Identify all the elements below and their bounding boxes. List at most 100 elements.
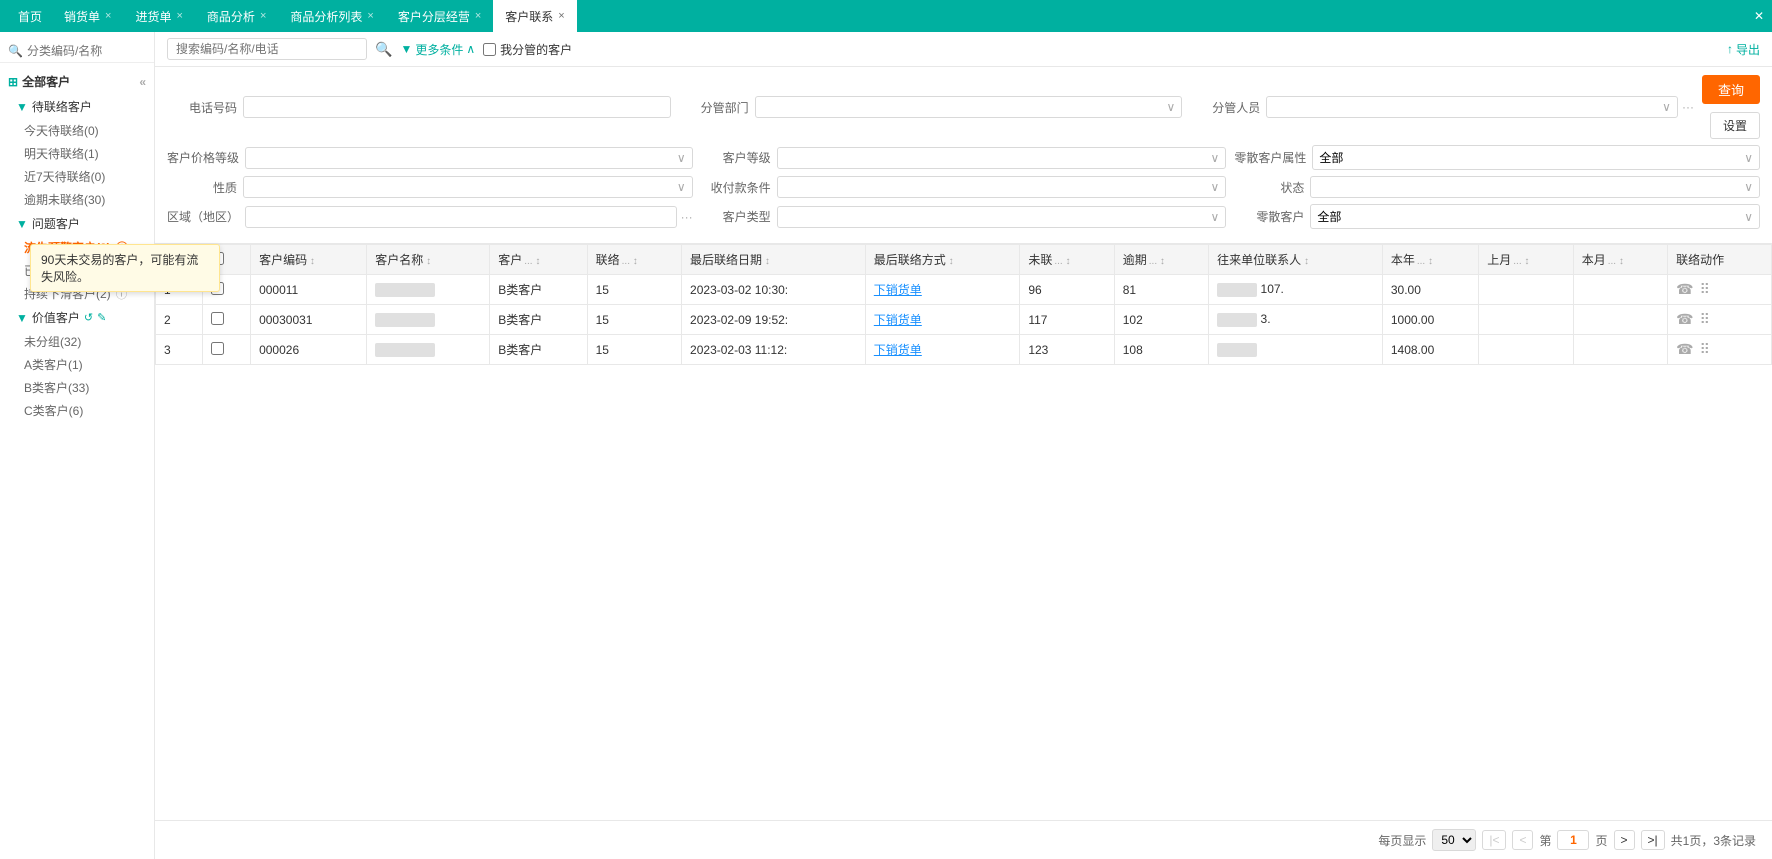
nav-sales[interactable]: 销货单 × — [52, 0, 123, 32]
page-input[interactable] — [1557, 830, 1589, 850]
row-checkbox-1[interactable] — [211, 312, 224, 325]
sidebar-group-problem[interactable]: ▼ 问题客户 — [0, 211, 154, 236]
col-contact-header[interactable]: 联络... — [587, 245, 681, 275]
table-container[interactable]: ⚙ 客户编码 客户名称 客户... 联络... 最后联络日期 最后联络方式 未联… — [155, 244, 1772, 820]
value-group-edit-icon[interactable]: ✎ — [97, 311, 106, 324]
col-contact2-header[interactable]: 往来单位联系人 — [1209, 245, 1383, 275]
cell-last-method-1[interactable]: 下销货单 — [865, 305, 1020, 335]
prev-page-button[interactable]: < — [1512, 830, 1533, 850]
nav-customer-layer-close[interactable]: × — [475, 10, 481, 22]
col-uncontacted-header[interactable]: 未联... — [1020, 245, 1114, 275]
cell-uncontacted-0: 96 — [1020, 275, 1114, 305]
retail-attr-arrow-icon: ∨ — [1744, 151, 1753, 165]
cell-name-1 — [367, 305, 490, 335]
col-overdue-header[interactable]: 逾期... — [1114, 245, 1208, 275]
manager-select[interactable]: ∨ — [1266, 96, 1678, 118]
col-last-method-header[interactable]: 最后联络方式 — [865, 245, 1020, 275]
nav-customer-contact[interactable]: 客户联系 × — [493, 0, 576, 32]
customer-level-select[interactable]: ∨ — [777, 147, 1227, 169]
nav-customer-contact-close[interactable]: × — [558, 10, 564, 22]
status-select[interactable]: ∨ — [1310, 176, 1760, 198]
first-page-button[interactable]: |< — [1482, 830, 1506, 850]
last-method-link-0[interactable]: 下销货单 — [874, 283, 922, 297]
sidebar-item-overdue[interactable]: 逾期未联络(30) — [0, 188, 154, 211]
region-input[interactable] — [245, 206, 677, 228]
col-code-header[interactable]: 客户编码 — [251, 245, 367, 275]
sidebar-item-ungrouped[interactable]: 未分组(32) — [0, 330, 154, 353]
nav-product-analysis-label: 商品分析 — [207, 8, 255, 25]
col-this-month-header[interactable]: 本月... — [1573, 245, 1667, 275]
sidebar-item-a-class[interactable]: A类客户(1) — [0, 353, 154, 376]
nav-home[interactable]: 首页 — [8, 0, 52, 32]
contact-icon-0[interactable]: ☎ — [1676, 281, 1693, 298]
cell-cb-1[interactable] — [203, 305, 251, 335]
nav-purchase[interactable]: 进货单 × — [123, 0, 194, 32]
query-button[interactable]: 查询 — [1702, 75, 1760, 104]
settings-button[interactable]: 设置 — [1710, 112, 1760, 139]
sidebar-group-pending[interactable]: ▼ 待联络客户 — [0, 94, 154, 119]
sidebar-group-value[interactable]: ▼ 价值客户 ↺ ✎ — [0, 305, 154, 330]
more-action-icon-1[interactable]: ⠿ — [1700, 311, 1710, 328]
col-last-month-header[interactable]: 上月... — [1479, 245, 1573, 275]
filter-search-button[interactable]: 🔍 — [375, 41, 392, 58]
manager-dots[interactable]: ··· — [1682, 100, 1694, 114]
col-last-date-header[interactable]: 最后联络日期 — [682, 245, 866, 275]
price-level-select[interactable]: ∨ — [245, 147, 693, 169]
retail-customer-select[interactable]: 全部 ∨ — [1310, 204, 1760, 229]
nav-purchase-close[interactable]: × — [176, 10, 182, 22]
nav-customer-layer[interactable]: 客户分层经营 × — [386, 0, 493, 32]
close-all-button[interactable]: ✕ — [1754, 9, 1764, 23]
cell-contact-0: 15 — [587, 275, 681, 305]
sidebar-search-input[interactable] — [27, 44, 146, 58]
sidebar-item-tomorrow[interactable]: 明天待联络(1) — [0, 142, 154, 165]
triangle-icon-3: ▼ — [16, 311, 28, 325]
last-page-button[interactable]: >| — [1641, 830, 1665, 850]
payment-select[interactable]: ∨ — [777, 176, 1227, 198]
cell-last-method-0[interactable]: 下销货单 — [865, 275, 1020, 305]
my-customers-checkbox[interactable] — [483, 43, 496, 56]
last-method-link-1[interactable]: 下销货单 — [874, 313, 922, 327]
table-row: 1 000011 B类客户 15 2023-03-02 10:30: 下销货单 … — [156, 275, 1772, 305]
col-year-amount-header[interactable]: 本年... — [1382, 245, 1478, 275]
value-group-refresh-icon[interactable]: ↺ — [84, 311, 93, 324]
next-page-button[interactable]: > — [1614, 830, 1635, 850]
customer-type-select[interactable]: ∨ — [777, 206, 1227, 228]
contact-icon-1[interactable]: ☎ — [1676, 311, 1693, 328]
blurred-name-1 — [375, 313, 435, 327]
more-conditions-button[interactable]: ▼ 更多条件 ∧ — [400, 41, 475, 58]
nav-product-analysis-close[interactable]: × — [260, 10, 266, 22]
retail-attr-select[interactable]: 全部 ∨ — [1312, 145, 1760, 170]
export-button[interactable]: ↑ 导出 — [1727, 41, 1760, 58]
last-method-link-2[interactable]: 下销货单 — [874, 343, 922, 357]
region-dots[interactable]: ··· — [681, 210, 693, 224]
more-action-icon-2[interactable]: ⠿ — [1700, 341, 1710, 358]
col-name-header[interactable]: 客户名称 — [367, 245, 490, 275]
nature-select[interactable]: ∨ — [243, 176, 693, 198]
dept-select[interactable]: ∨ — [755, 96, 1183, 118]
top-nav: 首页 销货单 × 进货单 × 商品分析 × 商品分析列表 × 客户分层经营 × … — [0, 0, 1772, 32]
retail-customer-label: 零散客户 — [1234, 208, 1304, 225]
pagination-bar: 每页显示 50 |< < 第 页 > >| 共1页，3条记录 — [155, 820, 1772, 859]
sidebar-item-b-class[interactable]: B类客户(33) — [0, 376, 154, 399]
cell-cb-2[interactable] — [203, 335, 251, 365]
filter-search-input[interactable] — [167, 38, 367, 60]
col-type-header[interactable]: 客户... — [490, 245, 587, 275]
nav-product-analysis[interactable]: 商品分析 × — [195, 0, 278, 32]
per-page-select[interactable]: 50 — [1432, 829, 1476, 851]
phone-input[interactable] — [243, 96, 671, 118]
contact-icon-2[interactable]: ☎ — [1676, 341, 1693, 358]
more-action-icon-0[interactable]: ⠿ — [1700, 281, 1710, 298]
nav-product-list-close[interactable]: × — [367, 10, 373, 22]
nav-product-list[interactable]: 商品分析列表 × — [278, 0, 385, 32]
ungrouped-label: 未分组(32) — [24, 335, 81, 349]
row-checkbox-2[interactable] — [211, 342, 224, 355]
sidebar-item-week[interactable]: 近7天待联络(0) — [0, 165, 154, 188]
sidebar-item-c-class[interactable]: C类客户(6) — [0, 399, 154, 422]
status-label: 状态 — [1234, 179, 1304, 196]
filter-field-retail-customer: 零散客户 全部 ∨ — [1234, 204, 1760, 229]
my-customers-checkbox-label[interactable]: 我分管的客户 — [483, 41, 572, 58]
sidebar-item-today[interactable]: 今天待联络(0) — [0, 119, 154, 142]
nav-sales-close[interactable]: × — [105, 10, 111, 22]
sidebar-all-customers[interactable]: ⊞ 全部客户 « — [0, 69, 154, 94]
cell-last-method-2[interactable]: 下销货单 — [865, 335, 1020, 365]
